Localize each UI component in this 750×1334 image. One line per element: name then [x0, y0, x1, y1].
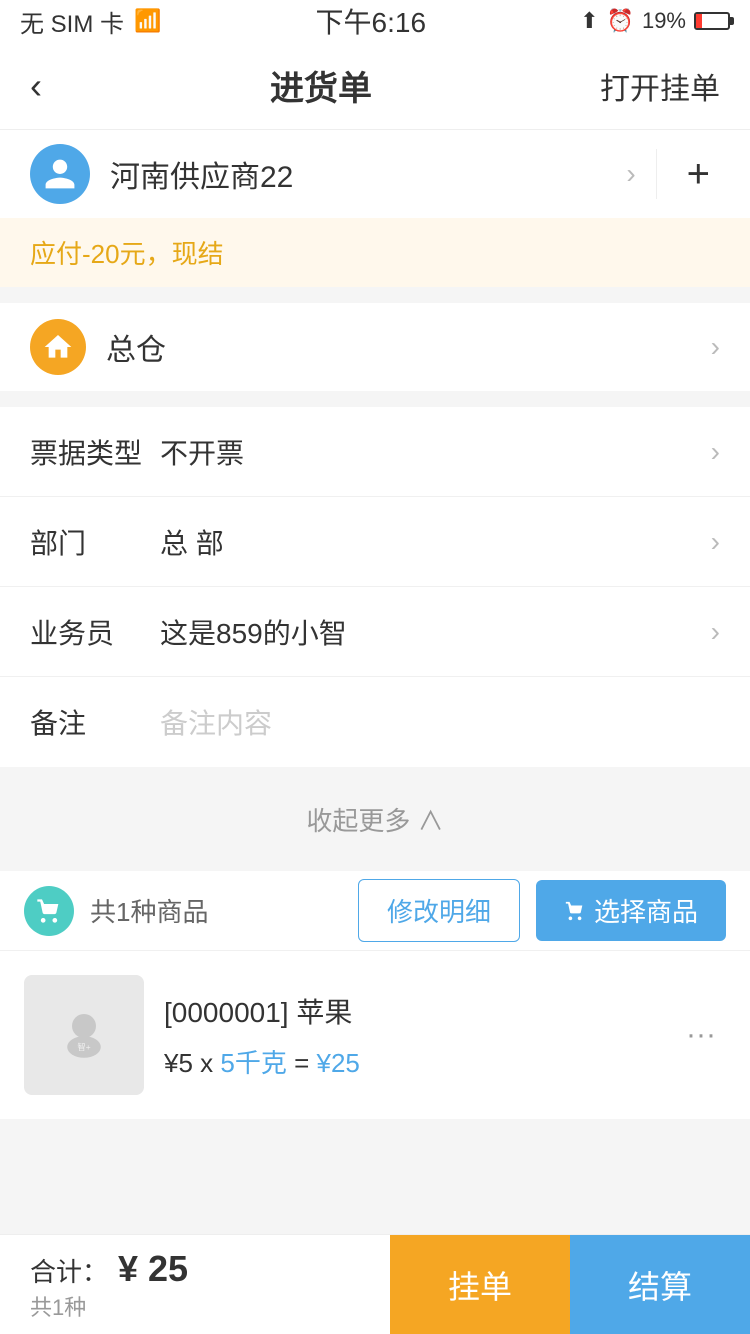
warehouse-row[interactable]: 总仓 › [0, 303, 750, 391]
product-header: 共1种商品 修改明细 选择商品 [0, 871, 750, 951]
total-prefix: 合计： [30, 1252, 108, 1289]
select-product-button[interactable]: 选择商品 [536, 880, 726, 941]
warehouse-name: 总仓 [106, 325, 701, 369]
status-left: 无 SIM 卡 📶 [20, 4, 161, 39]
sales-label: 业务员 [30, 612, 160, 652]
product-count: 共1种商品 [90, 892, 358, 929]
page-title: 进货单 [270, 61, 372, 110]
wifi-icon: 📶 [134, 8, 161, 34]
home-icon [42, 331, 74, 363]
product-price: ¥5 x 5千克 = ¥25 [164, 1043, 676, 1080]
supplier-section: 河南供应商22 › + 应付-20元，现结 [0, 130, 750, 287]
form-section: 票据类型 不开票 › 部门 总 部 › 业务员 这是859的小智 › 备注 备注… [0, 407, 750, 767]
settle-button[interactable]: 结算 [570, 1235, 750, 1334]
select-product-label: 选择商品 [594, 892, 698, 929]
total-sub: 共1种 [30, 1290, 360, 1322]
status-time: 下午6:16 [316, 1, 427, 41]
product-equals: = [294, 1048, 316, 1078]
collapse-bar[interactable]: 收起更多 ∧ [0, 783, 750, 855]
supplier-name: 河南供应商22 [110, 152, 616, 196]
remark-label: 备注 [30, 702, 160, 742]
bill-type-label: 票据类型 [30, 432, 160, 472]
location-icon: ⬆ [580, 8, 598, 34]
cart-icon [24, 886, 74, 936]
supplier-row[interactable]: 河南供应商22 › + [0, 130, 750, 218]
dept-chevron-icon: › [711, 526, 720, 558]
warehouse-chevron-icon: › [711, 331, 720, 363]
product-qty: 5千克 [220, 1048, 286, 1078]
nav-bar: ‹ 进货单 打开挂单 [0, 42, 750, 130]
status-bar: 无 SIM 卡 📶 下午6:16 ⬆ ⏰ 19% [0, 0, 750, 42]
warehouse-section: 总仓 › [0, 303, 750, 391]
total-area: 合计： ¥ 25 共1种 [0, 1248, 390, 1322]
pending-button[interactable]: 挂单 [390, 1235, 570, 1334]
svg-text:智+: 智+ [77, 1042, 90, 1052]
product-id: [0000001] [164, 997, 289, 1028]
status-right: ⬆ ⏰ 19% [580, 8, 730, 34]
remark-row[interactable]: 备注 备注内容 [0, 677, 750, 767]
divider [656, 149, 657, 199]
product-title-name: 苹果 [296, 997, 352, 1028]
alarm-icon: ⏰ [607, 8, 634, 34]
remark-placeholder: 备注内容 [160, 702, 720, 742]
open-pending-button[interactable]: 打开挂单 [600, 64, 720, 108]
select-product-icon [564, 900, 586, 922]
supplier-chevron-icon: › [626, 158, 635, 190]
total-label: 合计： ¥ 25 [30, 1248, 360, 1290]
battery-icon [694, 12, 730, 30]
product-total: ¥25 [317, 1048, 360, 1078]
collapse-label: 收起更多 ∧ [306, 801, 443, 838]
sales-value: 这是859的小智 [160, 612, 701, 652]
total-amount: ¥ 25 [118, 1248, 188, 1290]
person-icon [42, 156, 78, 192]
back-button[interactable]: ‹ [30, 65, 42, 107]
sales-chevron-icon: › [711, 616, 720, 648]
bill-type-value: 不开票 [160, 432, 701, 472]
warehouse-icon [30, 319, 86, 375]
battery-text: 19% [642, 8, 686, 34]
cart-svg [35, 897, 63, 925]
product-multiply: x [200, 1048, 220, 1078]
product-unit-price: ¥5 [164, 1048, 193, 1078]
sales-row[interactable]: 业务员 这是859的小智 › [0, 587, 750, 677]
add-button[interactable]: + [677, 152, 720, 197]
product-name: [0000001] 苹果 [164, 991, 676, 1031]
edit-detail-button[interactable]: 修改明细 [358, 879, 520, 942]
bottom-bar: 合计： ¥ 25 共1种 挂单 结算 [0, 1234, 750, 1334]
supplier-notice: 应付-20元，现结 [0, 218, 750, 287]
dept-row[interactable]: 部门 总 部 › [0, 497, 750, 587]
product-thumbnail: 智+ [24, 975, 144, 1095]
product-thumb-icon: 智+ [54, 1005, 114, 1065]
dept-label: 部门 [30, 522, 160, 562]
product-item: 智+ [0000001] 苹果 ¥5 x 5千克 = ¥25 ··· [0, 951, 750, 1119]
product-info: [0000001] 苹果 ¥5 x 5千克 = ¥25 [164, 991, 676, 1080]
dept-value: 总 部 [160, 522, 701, 562]
carrier-text: 无 SIM 卡 [20, 4, 124, 39]
supplier-avatar [30, 144, 90, 204]
bill-type-row[interactable]: 票据类型 不开票 › [0, 407, 750, 497]
product-more-button[interactable]: ··· [676, 1008, 726, 1062]
bill-type-chevron-icon: › [711, 436, 720, 468]
